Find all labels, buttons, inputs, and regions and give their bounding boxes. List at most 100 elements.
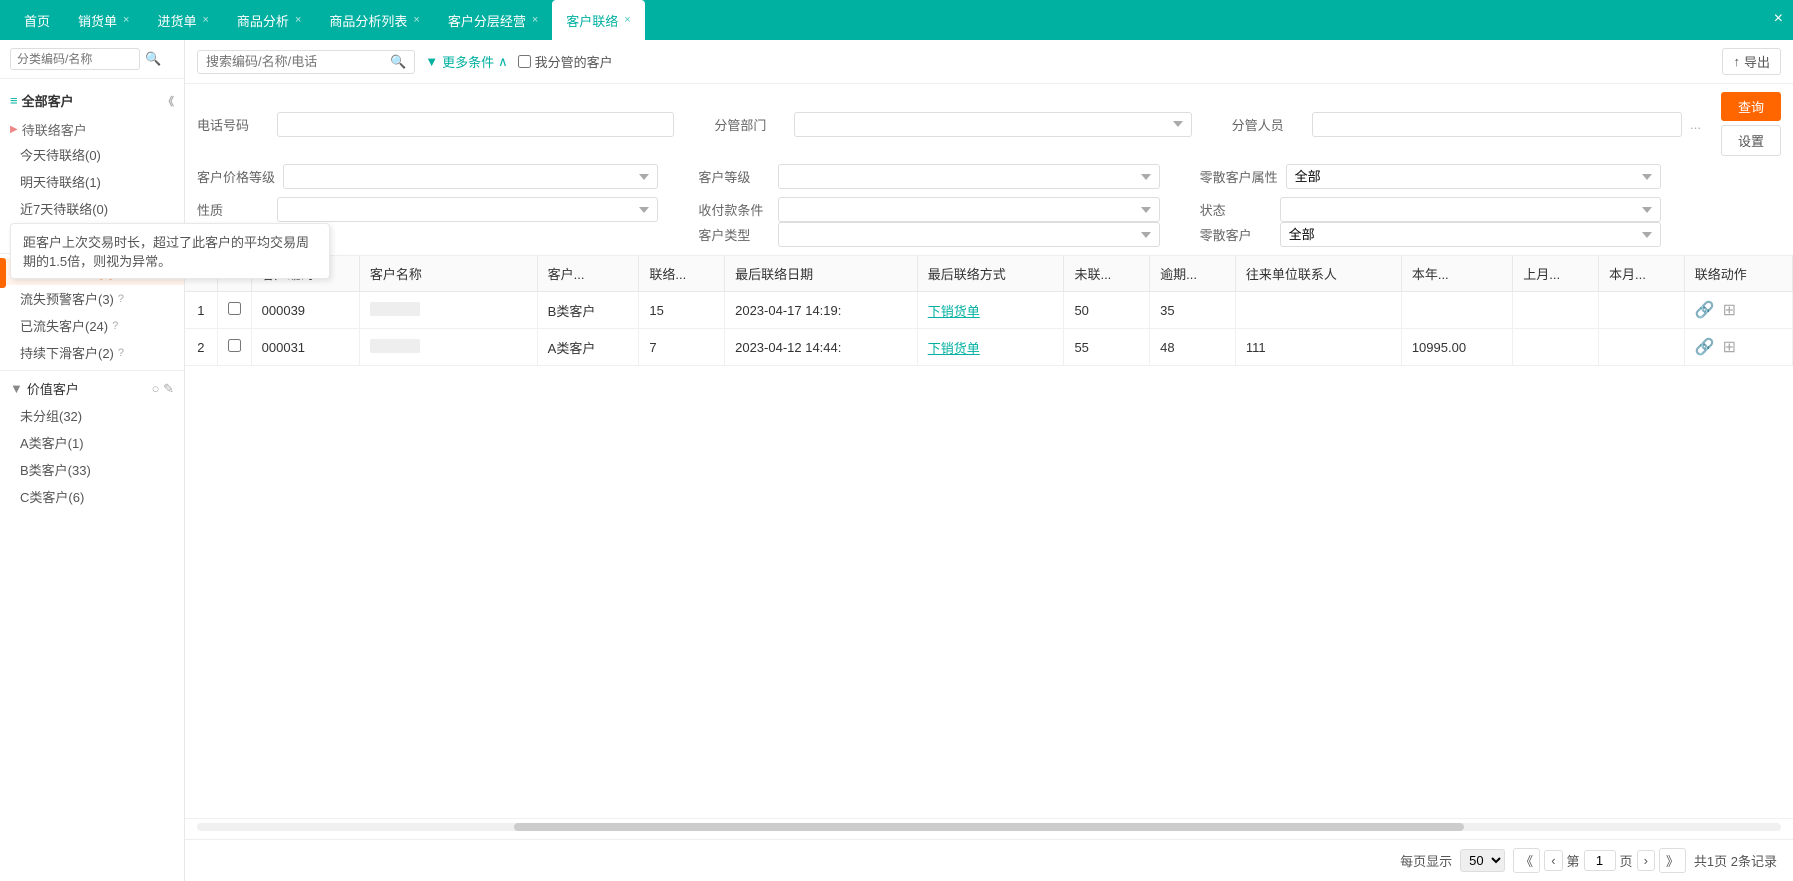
nav-tab-customer-contact[interactable]: 客户联络 × <box>552 0 644 40</box>
sidebar-item-persist-decline[interactable]: 持续下滑客户(2) ? <box>0 339 184 366</box>
nav-tab-purchase[interactable]: 进货单 × <box>143 0 222 40</box>
row-uncontact: 55 <box>1064 329 1150 366</box>
row-num: 2 <box>185 329 217 366</box>
manager-dots[interactable]: ... <box>1682 117 1709 132</box>
row-checkbox[interactable] <box>228 302 241 315</box>
retail-cust-select[interactable]: 全部 <box>1280 222 1661 247</box>
filter-cell-gender: 性质 <box>197 197 658 222</box>
nav-tab-product-analysis[interactable]: 商品分析 × <box>223 0 315 40</box>
scrollbar-thumb <box>514 823 1464 831</box>
close-product-analysis-list-tab[interactable]: × <box>413 14 419 26</box>
sidebar-pending-group: ▶ 待联络客户 <box>0 116 184 141</box>
cust-grade-select[interactable] <box>778 164 1159 189</box>
action-more-icon[interactable]: ⊞ <box>1723 300 1736 320</box>
window-close-button[interactable]: × <box>1774 10 1783 28</box>
table-row: 2 000031 A类客户 7 2023-04-12 14:44: 下销货单 5… <box>185 329 1793 366</box>
sidebar-item-7days-pending[interactable]: 近7天待联络(0) <box>0 195 184 222</box>
close-sales-tab[interactable]: × <box>123 14 129 26</box>
last-contact-method-link[interactable]: 下销货单 <box>928 341 980 356</box>
manager-label: 分管人员 <box>1232 115 1312 134</box>
nav-tab-customer-tier[interactable]: 客户分层经营 × <box>434 0 552 40</box>
sidebar-search-icon[interactable]: 🔍 <box>145 51 161 67</box>
close-customer-contact-tab[interactable]: × <box>624 14 630 26</box>
close-customer-tier-tab[interactable]: × <box>532 14 538 26</box>
sidebar-search-area: 🔍 <box>0 40 184 79</box>
col-header-last-contact-date: 最后联络日期 <box>725 256 918 292</box>
action-link-icon[interactable]: 🔗 <box>1695 300 1715 320</box>
payment-label: 收付款条件 <box>698 200 778 219</box>
row-unit-contact: 111 <box>1235 329 1401 366</box>
nav-tab-product-analysis-list[interactable]: 商品分析列表 × <box>315 0 433 40</box>
row-last-contact-date: 2023-04-12 14:44: <box>725 329 918 366</box>
sidebar-item-a-class[interactable]: A类客户(1) <box>0 429 184 456</box>
status-select[interactable] <box>1280 197 1661 222</box>
retail-attr-select[interactable]: 全部 <box>1286 164 1661 189</box>
sidebar-value-group[interactable]: ▼ 价值客户 ○ ✎ <box>0 375 184 402</box>
search-icon[interactable]: 🔍 <box>390 54 406 70</box>
retail-attr-label: 零散客户属性 <box>1200 167 1286 186</box>
lost-preview-help-icon[interactable]: ? <box>118 293 124 305</box>
row-actions: 🔗 ⊞ <box>1684 292 1792 329</box>
settings-button[interactable]: 设置 <box>1721 125 1781 156</box>
price-grade-select[interactable] <box>283 164 658 189</box>
sidebar-item-c-class[interactable]: C类客户(6) <box>0 483 184 510</box>
filter-cell-cust-grade: 客户等级 <box>698 164 1159 189</box>
content-area: 🔍 ▼ 更多条件 ∧ 我分管的客户 ↑ 导出 电话号码 <box>185 40 1793 881</box>
filter-cell-price-grade: 客户价格等级 <box>197 164 658 189</box>
first-page-btn[interactable]: 《 <box>1513 848 1540 873</box>
my-customers-checkbox[interactable] <box>518 55 531 68</box>
sidebar-all-customers[interactable]: ≡ 全部客户 《 <box>0 85 184 116</box>
action-more-icon[interactable]: ⊞ <box>1723 337 1736 357</box>
cust-type-select[interactable] <box>778 222 1159 247</box>
gender-select[interactable] <box>277 197 658 222</box>
row-last-contact-method: 下销货单 <box>917 292 1064 329</box>
query-button[interactable]: 查询 <box>1721 92 1781 121</box>
row-checkbox[interactable] <box>228 339 241 352</box>
more-conditions-btn[interactable]: ▼ 更多条件 ∧ <box>425 52 507 71</box>
sidebar-search-input[interactable] <box>10 48 140 70</box>
close-purchase-tab[interactable]: × <box>202 14 208 26</box>
pagination: 每页显示 50 《 ‹ 第 页 › 》 共1页 2条记录 <box>185 839 1793 881</box>
filter-cell-retail-attr: 零散客户属性 全部 <box>1200 164 1661 189</box>
nav-tab-sales[interactable]: 销货单 × <box>64 0 143 40</box>
filter-cell-dept: 分管部门 <box>714 112 1191 137</box>
last-contact-method-link[interactable]: 下销货单 <box>928 304 980 319</box>
sidebar-item-ungroup[interactable]: 未分组(32) <box>0 402 184 429</box>
phone-label: 电话号码 <box>197 115 277 134</box>
export-icon: ↑ <box>1733 54 1740 69</box>
page-input[interactable] <box>1584 850 1616 871</box>
export-button[interactable]: ↑ 导出 <box>1722 48 1781 75</box>
search-input[interactable] <box>206 54 386 69</box>
per-page-label: 每页显示 <box>1400 851 1452 870</box>
already-lost-help-icon[interactable]: ? <box>112 320 118 332</box>
collapse-btn[interactable]: 《 <box>163 93 174 109</box>
pending-tri-icon: ▶ <box>10 124 18 135</box>
sidebar-item-already-lost[interactable]: 已流失客户(24) ? <box>0 312 184 339</box>
close-product-analysis-tab[interactable]: × <box>295 14 301 26</box>
next-page-btn[interactable]: › <box>1637 850 1655 871</box>
value-edit-icon[interactable]: ○ ✎ <box>152 381 174 397</box>
per-page-select[interactable]: 50 <box>1460 849 1505 872</box>
col-header-last-contact-method: 最后联络方式 <box>917 256 1064 292</box>
action-link-icon[interactable]: 🔗 <box>1695 337 1715 357</box>
phone-input[interactable] <box>277 112 674 137</box>
sidebar-item-tomorrow-pending[interactable]: 明天待联络(1) <box>0 168 184 195</box>
manager-input[interactable] <box>1312 112 1682 137</box>
chevron-down-icon: ∧ <box>498 54 508 70</box>
dept-select[interactable] <box>794 112 1191 137</box>
last-page-btn[interactable]: 》 <box>1659 848 1686 873</box>
sidebar-item-lost-preview[interactable]: 流失预警客户(3) ? <box>0 285 184 312</box>
sidebar-divider-2 <box>0 370 184 371</box>
horizontal-scrollbar[interactable] <box>197 823 1781 831</box>
prev-page-btn[interactable]: ‹ <box>1544 850 1562 871</box>
data-table: ⚙ 客户编码 客户名称 客户... <box>185 256 1793 366</box>
nav-tab-home[interactable]: 首页 <box>10 0 64 40</box>
col-header-cust-type: 客户... <box>537 256 639 292</box>
filter-row-1: 电话号码 分管部门 分管人员 ... 查询 设置 <box>197 92 1781 156</box>
sidebar-item-today-pending[interactable]: 今天待联络(0) <box>0 141 184 168</box>
payment-select[interactable] <box>778 197 1159 222</box>
filter-cell-status: 状态 <box>1200 197 1661 222</box>
row-cust-type: A类客户 <box>537 329 639 366</box>
sidebar-item-b-class[interactable]: B类客户(33) <box>0 456 184 483</box>
persist-decline-help-icon[interactable]: ? <box>118 347 124 359</box>
